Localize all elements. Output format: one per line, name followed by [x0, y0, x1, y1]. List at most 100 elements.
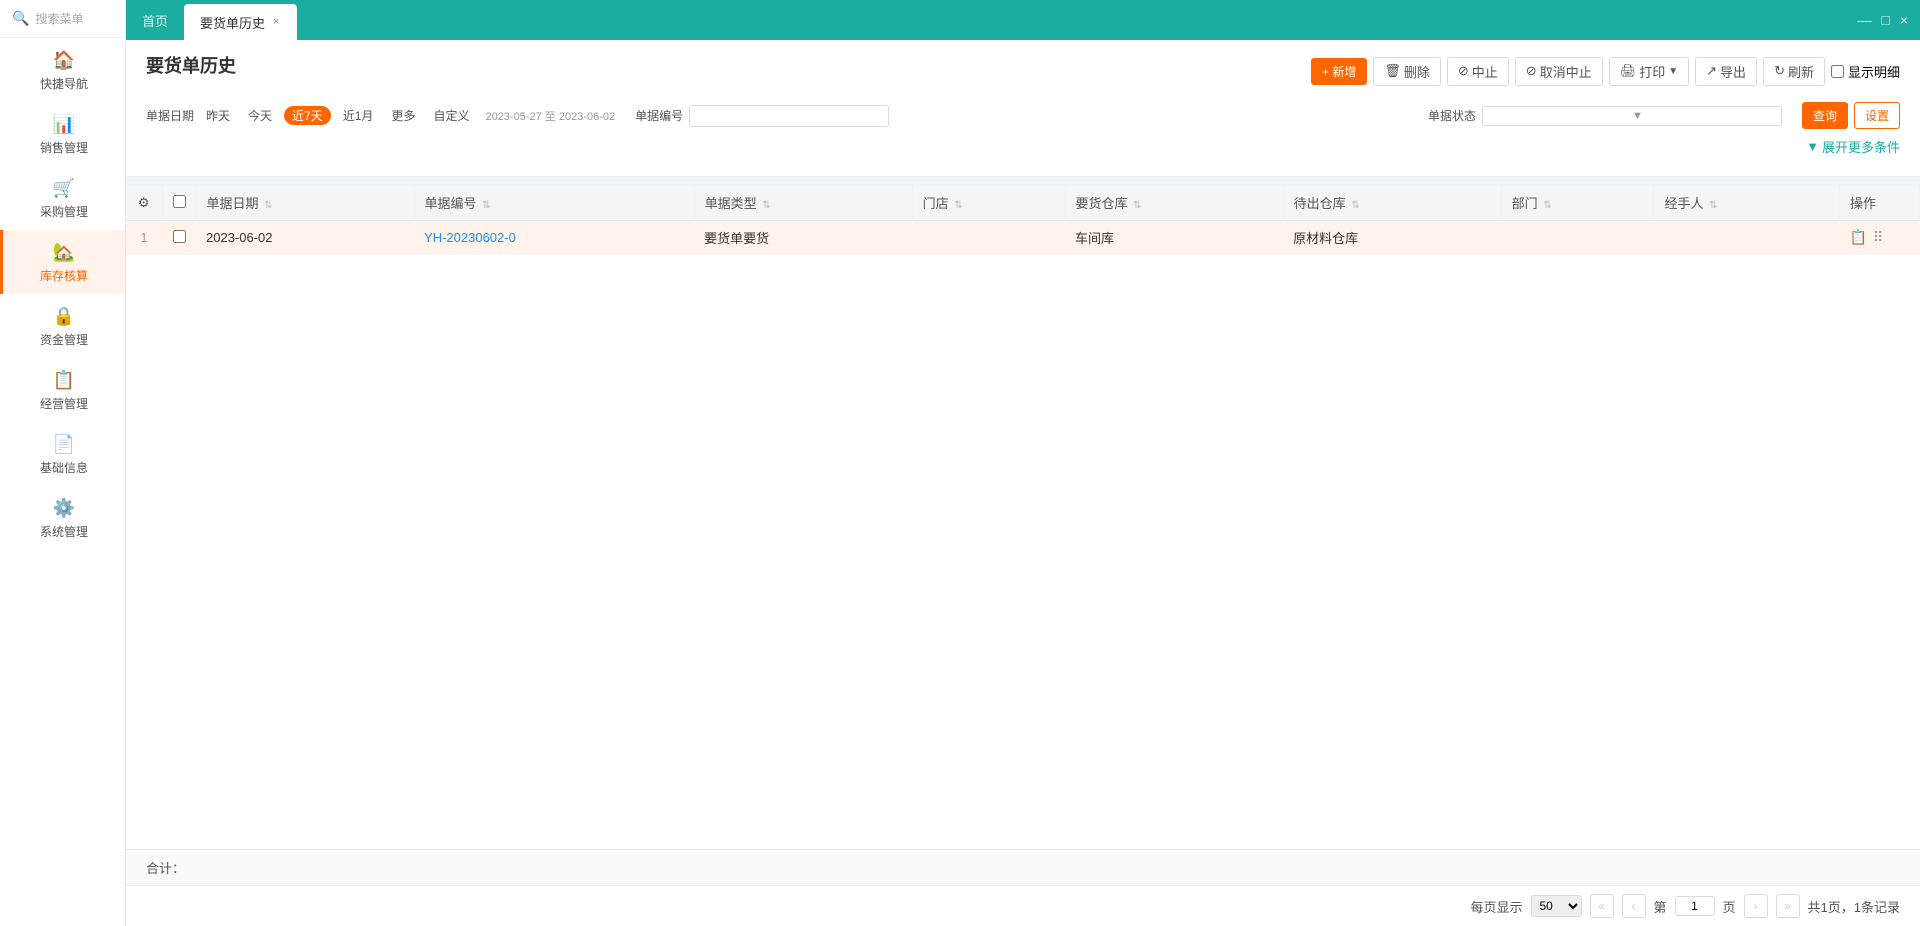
- row-store: [912, 221, 1065, 255]
- col-pending-warehouse-sort-icon: ⇅: [1351, 200, 1359, 211]
- sidebar-item-basic-label: 基础信息: [40, 459, 88, 476]
- sidebar-item-sales[interactable]: 📊 销售管理: [0, 102, 125, 166]
- today-btn[interactable]: 今天: [242, 106, 278, 125]
- row-doctype: 要货单要货: [694, 221, 912, 255]
- date-filter-group: 单据日期 昨天 今天 近7天 近1月 更多 自定义 2023-05-27 至 2…: [146, 106, 615, 125]
- row-num: 1: [126, 221, 162, 255]
- display-detail-label: 显示明细: [1848, 62, 1900, 81]
- delete-button[interactable]: 🗑 删除: [1373, 57, 1441, 86]
- col-date-label: 单据日期: [207, 196, 259, 211]
- col-store[interactable]: 门店 ⇅: [912, 185, 1065, 221]
- expand-label: 展开更多条件: [1822, 137, 1900, 156]
- date-range-display: 2023-05-27 至 2023-06-02: [485, 108, 615, 124]
- col-docno[interactable]: 单据编号 ⇅: [414, 185, 694, 221]
- sidebar-item-basic[interactable]: 📄 基础信息: [0, 422, 125, 486]
- row-handler: [1654, 221, 1840, 255]
- stop-button[interactable]: ⊘ 中止: [1447, 57, 1509, 86]
- tab-close-icon[interactable]: ×: [271, 16, 281, 28]
- page-number-input[interactable]: [1675, 896, 1715, 916]
- last-page-btn[interactable]: »: [1776, 894, 1800, 918]
- col-settings[interactable]: ⚙: [126, 185, 162, 221]
- sidebar-item-purchase[interactable]: 🛒 采购管理: [0, 166, 125, 230]
- first-page-btn[interactable]: «: [1590, 894, 1614, 918]
- cancel-stop-icon: ⊘: [1526, 63, 1537, 79]
- search-icon: 🔍: [12, 10, 29, 27]
- more-ops-icon[interactable]: ⠿: [1873, 229, 1883, 246]
- docnum-input[interactable]: [689, 105, 889, 127]
- col-date[interactable]: 单据日期 ⇅: [196, 185, 414, 221]
- sidebar-item-system[interactable]: ⚙️ 系统管理: [0, 486, 125, 550]
- display-detail-toggle[interactable]: 显示明细: [1831, 62, 1900, 81]
- main-area: 首页 要货单历史 × — □ × 要货单历史 + 新增 🗑 删除: [126, 0, 1920, 926]
- status-filter-group: 单据状态 ▼: [1428, 106, 1782, 126]
- col-department[interactable]: 部门 ⇅: [1501, 185, 1654, 221]
- col-department-label: 部门: [1512, 196, 1538, 211]
- page-header: 要货单历史 + 新增 🗑 删除 ⊘ 中止 ⊘ 取消中止: [126, 40, 1920, 90]
- per-page-select[interactable]: 50 100 200: [1531, 895, 1582, 917]
- table-footer: 合计：: [126, 849, 1920, 885]
- tab-active[interactable]: 要货单历史 ×: [184, 4, 297, 40]
- sidebar-item-operations[interactable]: 📋 经营管理: [0, 358, 125, 422]
- select-all-checkbox[interactable]: [173, 195, 186, 208]
- sidebar: 🔍 搜索菜单 🏠 快捷导航 📊 销售管理 🛒 采购管理 🏡 库存核算 🔒 资金管…: [0, 0, 126, 926]
- row-checkbox[interactable]: [173, 230, 186, 243]
- sidebar-search[interactable]: 🔍 搜索菜单: [0, 0, 125, 38]
- print-icon: 🖨: [1620, 63, 1637, 79]
- settings-button[interactable]: 设置: [1854, 102, 1900, 129]
- sidebar-item-inventory[interactable]: 🏡 库存核算: [0, 230, 125, 294]
- refresh-button[interactable]: ↻ 刷新: [1763, 57, 1825, 86]
- finance-icon: 🔒: [53, 306, 75, 327]
- display-detail-checkbox[interactable]: [1831, 65, 1844, 78]
- col-req-warehouse-label: 要货仓库: [1076, 196, 1128, 211]
- purchase-icon: 🛒: [53, 178, 75, 199]
- expand-conditions-btn[interactable]: ▼ 展开更多条件: [1806, 137, 1900, 156]
- new-button[interactable]: + 新增: [1311, 58, 1367, 85]
- week7-btn[interactable]: 近7天: [284, 106, 331, 125]
- row-docno[interactable]: YH-20230602-0: [414, 221, 694, 255]
- row-date: 2023-06-02: [196, 221, 414, 255]
- more-btn[interactable]: 更多: [385, 106, 421, 125]
- edit-icon[interactable]: 📋: [1850, 229, 1867, 246]
- col-req-warehouse[interactable]: 要货仓库 ⇅: [1065, 185, 1283, 221]
- ops-cell: 📋 ⠿: [1850, 229, 1910, 246]
- sidebar-item-inventory-label: 库存核算: [40, 267, 88, 284]
- data-table-wrap: ⚙ 单据日期 ⇅ 单据编号 ⇅ 单据类型: [126, 185, 1920, 849]
- tab-home[interactable]: 首页: [126, 0, 184, 40]
- window-maximize-button[interactable]: □: [1881, 12, 1889, 28]
- row-pending-warehouse: 原材料仓库: [1283, 221, 1501, 255]
- col-date-sort-icon: ⇅: [264, 200, 272, 211]
- sidebar-item-home[interactable]: 🏠 快捷导航: [0, 38, 125, 102]
- docnum-filter-label: 单据编号: [635, 107, 683, 124]
- col-handler[interactable]: 经手人 ⇅: [1654, 185, 1840, 221]
- print-button[interactable]: 🖨 打印 ▼: [1609, 57, 1689, 86]
- table-row[interactable]: 1 2023-06-02 YH-20230602-0 要货单要货 车间库 原材料…: [126, 221, 1920, 255]
- query-button[interactable]: 查询: [1802, 102, 1848, 129]
- page-label: 第: [1654, 897, 1667, 916]
- window-close-button[interactable]: ×: [1900, 12, 1908, 28]
- month1-btn[interactable]: 近1月: [337, 106, 380, 125]
- prev-page-btn[interactable]: ‹: [1622, 894, 1646, 918]
- col-doctype[interactable]: 单据类型 ⇅: [694, 185, 912, 221]
- delete-icon: 🗑: [1384, 63, 1401, 79]
- status-select[interactable]: ▼: [1482, 106, 1782, 126]
- query-buttons: 查询 设置: [1802, 102, 1900, 129]
- col-pending-warehouse[interactable]: 待出仓库 ⇅: [1283, 185, 1501, 221]
- col-req-warehouse-sort-icon: ⇅: [1133, 200, 1141, 211]
- export-button[interactable]: ↗ 导出: [1695, 57, 1757, 86]
- col-doctype-sort-icon: ⇅: [762, 200, 770, 211]
- cancel-stop-button[interactable]: ⊘ 取消中止: [1515, 57, 1603, 86]
- col-pending-warehouse-label: 待出仓库: [1294, 196, 1346, 211]
- custom-btn[interactable]: 自定义: [427, 106, 475, 125]
- refresh-icon: ↻: [1774, 63, 1785, 79]
- sidebar-item-home-label: 快捷导航: [40, 75, 88, 92]
- next-page-btn[interactable]: ›: [1744, 894, 1768, 918]
- sidebar-item-finance[interactable]: 🔒 资金管理: [0, 294, 125, 358]
- content: 要货单历史 + 新增 🗑 删除 ⊘ 中止 ⊘ 取消中止: [126, 40, 1920, 926]
- row-req-warehouse: 车间库: [1065, 221, 1283, 255]
- print-chevron-icon: ▼: [1668, 66, 1678, 77]
- doc-link[interactable]: YH-20230602-0: [424, 230, 516, 245]
- sidebar-item-purchase-label: 采购管理: [40, 203, 88, 220]
- window-minimize-button[interactable]: —: [1857, 12, 1871, 28]
- col-docno-label: 单据编号: [425, 196, 477, 211]
- yesterday-btn[interactable]: 昨天: [200, 106, 236, 125]
